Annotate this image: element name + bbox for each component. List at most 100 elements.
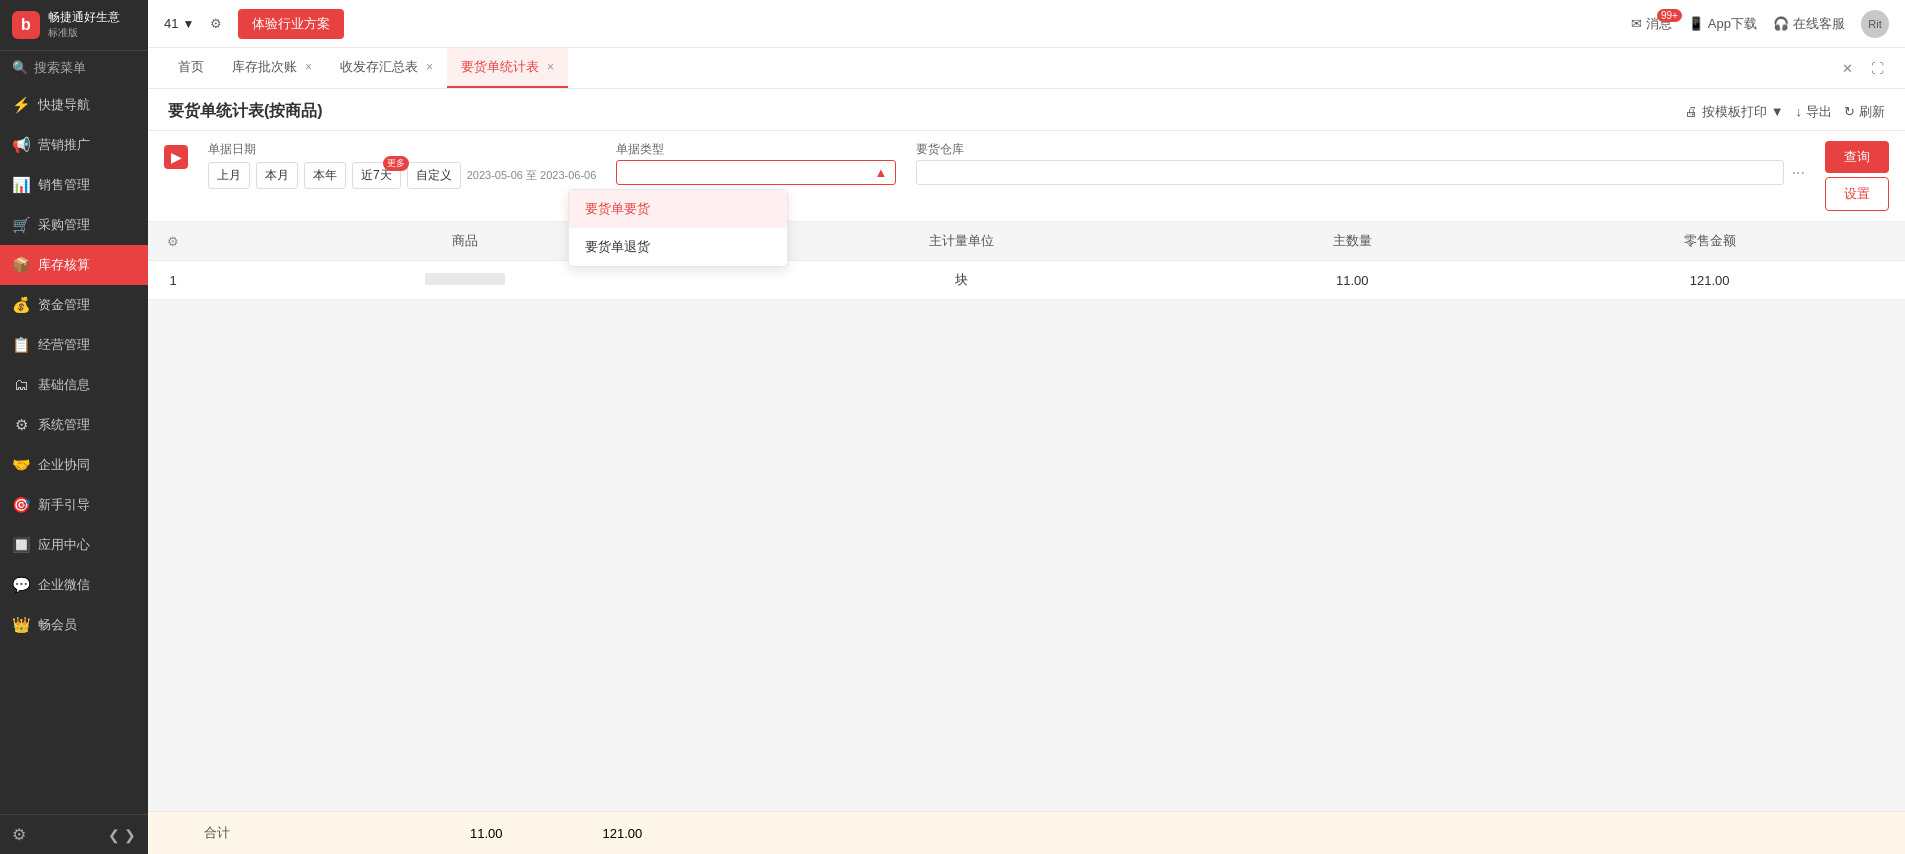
export-button[interactable]: ↓ 导出 xyxy=(1796,103,1833,121)
sidebar-item-guide[interactable]: 🎯 新手引导 xyxy=(0,485,148,525)
tab-order-stats[interactable]: 要货单统计表 × xyxy=(447,48,568,88)
guide-icon: 🎯 xyxy=(12,496,30,514)
sidebar-item-operation[interactable]: 📋 经营管理 xyxy=(0,325,148,365)
type-filter-input[interactable] xyxy=(625,165,874,180)
online-service-button[interactable]: 🎧 在线客服 xyxy=(1773,15,1845,33)
tab-inventory-batch-label: 库存批次账 xyxy=(232,58,297,76)
date-filter-row: 上月 本月 本年 近7天 更多 自定义 2023-05-06 至 2023-06… xyxy=(208,162,596,189)
query-actions: 查询 设置 xyxy=(1825,141,1889,211)
finance-icon: 💰 xyxy=(12,296,30,314)
page-content: 要货单统计表(按商品) 🖨 按模板打印 ▼ ↓ 导出 ↻ 刷新 ▶ xyxy=(148,89,1905,854)
more-badge: 更多 xyxy=(383,156,409,171)
print-button[interactable]: 🖨 按模板打印 ▼ xyxy=(1685,103,1784,121)
print-label: 按模板打印 xyxy=(1702,103,1767,121)
dropdown-item-order-goods[interactable]: 要货单要货 xyxy=(569,190,787,228)
table-row: 1 块 11.00 121.00 xyxy=(148,261,1905,300)
custom-date-button[interactable]: 自定义 xyxy=(407,162,461,189)
total-quantity-value: 11.00 xyxy=(470,826,503,841)
tab-order-stats-close[interactable]: × xyxy=(547,60,554,74)
this-month-button[interactable]: 本月 xyxy=(256,162,298,189)
data-table: ⚙ 商品 主计量单位 主数量 零售金额 1 块 xyxy=(148,222,1905,300)
tab-receive-summary-label: 收发存汇总表 xyxy=(340,58,418,76)
search-label: 搜索菜单 xyxy=(34,59,86,77)
query-button[interactable]: 查询 xyxy=(1825,141,1889,173)
app-logo: b 畅捷通好生意 标准版 xyxy=(0,0,148,51)
sidebar-nav: ⚡ 快捷导航 📢 营销推广 📊 销售管理 🛒 采购管理 📦 库存核算 💰 资金管… xyxy=(0,85,148,814)
online-service-label: 在线客服 xyxy=(1793,15,1845,33)
refresh-button[interactable]: ↻ 刷新 xyxy=(1844,103,1885,121)
sidebar-collapse-icon[interactable]: ❮ ❯ xyxy=(108,827,136,843)
sidebar-item-finance[interactable]: 💰 资金管理 xyxy=(0,285,148,325)
message-button[interactable]: ✉ 消息 99+ xyxy=(1631,15,1672,33)
dropdown-item-order-return[interactable]: 要货单退货 xyxy=(569,228,787,266)
cell-index: 1 xyxy=(148,261,198,300)
col-quantity-header: 主数量 xyxy=(1190,222,1514,261)
filter-bar: ▶ 单据日期 上月 本月 本年 近7天 更多 自定义 2023-05-06 至 … xyxy=(148,131,1905,222)
7days-wrapper: 近7天 更多 xyxy=(352,162,401,189)
sidebar-item-label: 资金管理 xyxy=(38,296,90,314)
warehouse-filter-input-wrapper[interactable] xyxy=(916,160,1783,185)
sidebar-item-purchase[interactable]: 🛒 采购管理 xyxy=(0,205,148,245)
chevron-down-icon: ▼ xyxy=(182,17,194,31)
sidebar-item-label: 快捷导航 xyxy=(38,96,90,114)
sidebar-item-quick-nav[interactable]: ⚡ 快捷导航 xyxy=(0,85,148,125)
type-filter-input-wrapper[interactable]: ▲ xyxy=(616,160,896,185)
table-wrapper: ⚙ 商品 主计量单位 主数量 零售金额 1 块 xyxy=(148,222,1905,811)
total-label: 合计 xyxy=(164,824,230,842)
sidebar-item-inventory[interactable]: 📦 库存核算 xyxy=(0,245,148,285)
store-selector[interactable]: 41 ▼ xyxy=(164,16,194,31)
dropdown-item-order-return-label: 要货单退货 xyxy=(585,239,650,254)
tab-inventory-batch[interactable]: 库存批次账 × xyxy=(218,48,326,88)
column-settings-icon[interactable]: ⚙ xyxy=(167,234,179,249)
tab-expand-button[interactable]: ⛶ xyxy=(1865,56,1889,80)
sidebar-item-marketing[interactable]: 📢 营销推广 xyxy=(0,125,148,165)
sidebar-settings-icon[interactable]: ⚙ xyxy=(12,825,26,844)
app-name: 畅捷通好生意 xyxy=(48,10,120,26)
warehouse-filter-row: ··· xyxy=(916,160,1805,185)
type-filter-chevron-icon[interactable]: ▲ xyxy=(874,165,887,180)
sidebar-search[interactable]: 🔍 搜索菜单 xyxy=(0,51,148,85)
sidebar-item-label: 新手引导 xyxy=(38,496,90,514)
avatar[interactable]: Rit xyxy=(1861,10,1889,38)
sidebar-item-basic[interactable]: 🗂 基础信息 xyxy=(0,365,148,405)
this-year-button[interactable]: 本年 xyxy=(304,162,346,189)
topbar-gear-button[interactable]: ⚙ xyxy=(202,10,230,38)
warehouse-filter-input[interactable] xyxy=(925,165,1774,180)
filter-expand-button[interactable]: ▶ xyxy=(164,145,188,169)
export-label: 导出 xyxy=(1806,103,1832,121)
total-quantity-item: 11.00 xyxy=(250,826,503,841)
enterprise-icon: 🤝 xyxy=(12,456,30,474)
quick-nav-icon: ⚡ xyxy=(12,96,30,114)
app-center-icon: 🔲 xyxy=(12,536,30,554)
dropdown-item-order-goods-label: 要货单要货 xyxy=(585,201,650,216)
warehouse-more-icon[interactable]: ··· xyxy=(1792,164,1805,182)
cell-amount: 121.00 xyxy=(1514,261,1905,300)
sidebar-item-wechat[interactable]: 💬 企业微信 xyxy=(0,565,148,605)
sidebar-item-vip[interactable]: 👑 畅会员 xyxy=(0,605,148,645)
message-badge: 99+ xyxy=(1657,9,1682,22)
tab-receive-summary-close[interactable]: × xyxy=(426,60,433,74)
table-header-row: ⚙ 商品 主计量单位 主数量 零售金额 xyxy=(148,222,1905,261)
type-dropdown: 要货单要货 要货单退货 xyxy=(568,189,788,267)
sidebar-bottom: ⚙ ❮ ❯ xyxy=(0,814,148,854)
trial-button[interactable]: 体验行业方案 xyxy=(238,9,344,39)
sidebar-item-sales[interactable]: 📊 销售管理 xyxy=(0,165,148,205)
sidebar-item-app-center[interactable]: 🔲 应用中心 xyxy=(0,525,148,565)
tab-receive-summary[interactable]: 收发存汇总表 × xyxy=(326,48,447,88)
warehouse-filter-label: 要货仓库 xyxy=(916,141,1805,158)
tab-home[interactable]: 首页 xyxy=(164,48,218,88)
basic-icon: 🗂 xyxy=(12,376,30,393)
sidebar-item-system[interactable]: ⚙ 系统管理 xyxy=(0,405,148,445)
cell-unit: 块 xyxy=(733,261,1191,300)
tab-inventory-batch-close[interactable]: × xyxy=(305,60,312,74)
col-setting[interactable]: ⚙ xyxy=(148,222,198,261)
tab-close-all-button[interactable]: ✕ xyxy=(1835,56,1859,80)
system-icon: ⚙ xyxy=(12,416,30,434)
prev-month-button[interactable]: 上月 xyxy=(208,162,250,189)
settings-button[interactable]: 设置 xyxy=(1825,177,1889,211)
sidebar-item-enterprise[interactable]: 🤝 企业协同 xyxy=(0,445,148,485)
header-actions: 🖨 按模板打印 ▼ ↓ 导出 ↻ 刷新 xyxy=(1685,103,1885,121)
app-download-button[interactable]: 📱 App下载 xyxy=(1688,15,1757,33)
print-icon: 🖨 xyxy=(1685,104,1698,119)
inventory-icon: 📦 xyxy=(12,256,30,274)
